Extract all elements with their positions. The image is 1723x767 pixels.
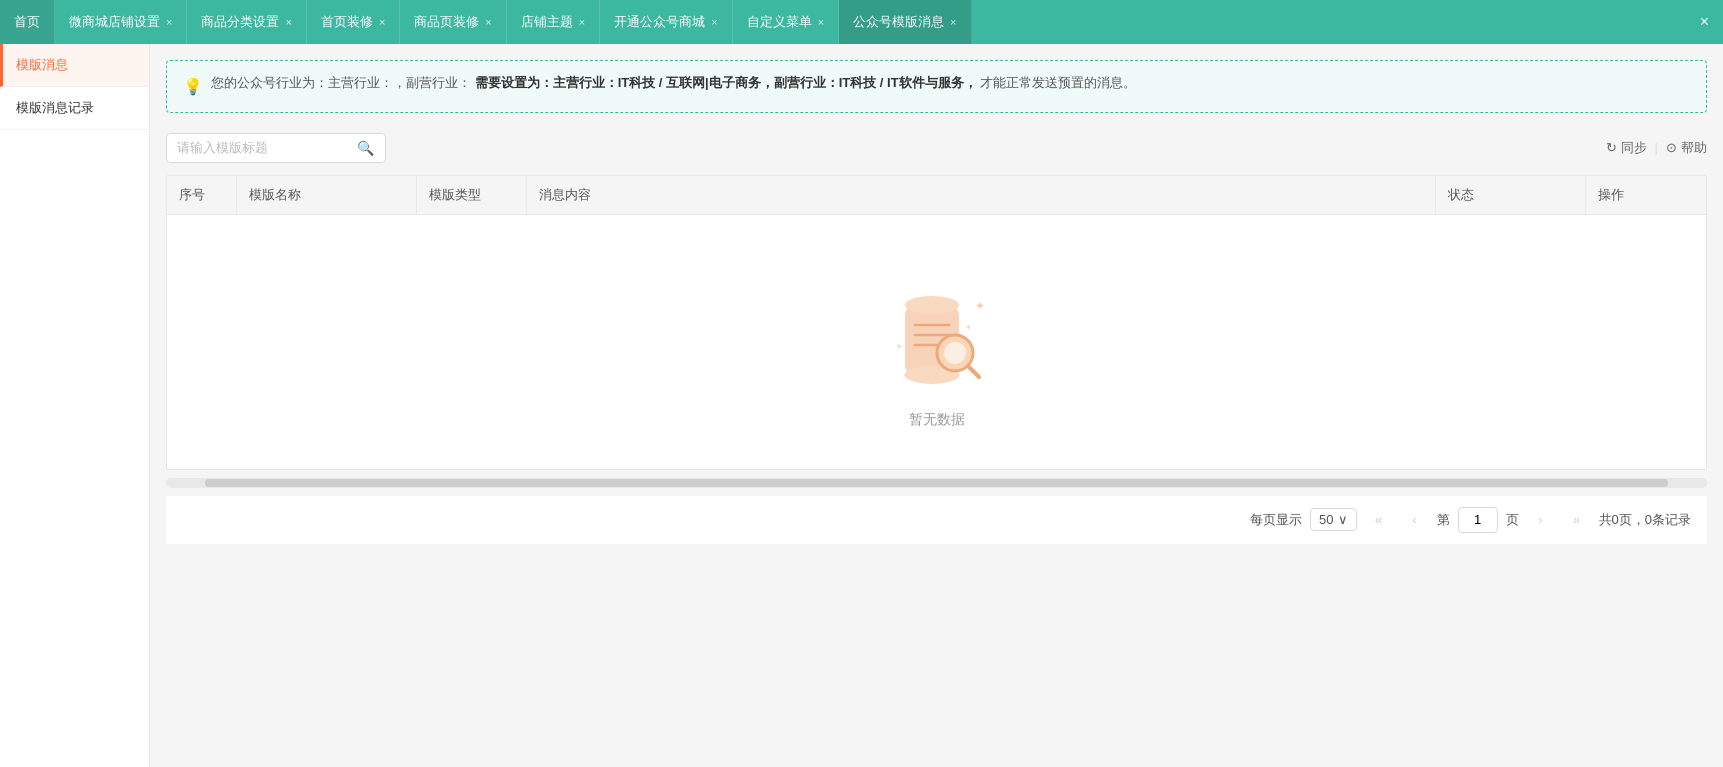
svg-text:✦: ✦ — [965, 323, 972, 332]
tab-wechat-shop[interactable]: 微商城店铺设置 × — [55, 0, 187, 44]
svg-line-9 — [968, 366, 979, 377]
svg-point-8 — [944, 342, 966, 364]
sidebar-item-template-message[interactable]: 模版消息 — [0, 44, 149, 87]
search-input[interactable] — [177, 140, 357, 155]
notice-icon: 💡 — [183, 74, 203, 100]
search-actions: ↻ 同步 | ⊙ 帮助 — [1606, 139, 1707, 157]
search-input-wrap[interactable]: 🔍 — [166, 133, 386, 163]
tab-template-msg[interactable]: 公众号模版消息 × — [839, 0, 971, 44]
table: 序号 模版名称 模版类型 消息内容 状态 操作 — [166, 175, 1707, 470]
table-header: 序号 模版名称 模版类型 消息内容 状态 操作 — [167, 176, 1706, 215]
notice-banner: 💡 您的公众号行业为：主营行业：，副营行业： 需要设置为：主营行业：IT科技 /… — [166, 60, 1707, 113]
notice-text: 您的公众号行业为：主营行业：，副营行业： 需要设置为：主营行业：IT科技 / 互… — [211, 73, 1136, 94]
th-status: 状态 — [1436, 176, 1586, 214]
page-suffix: 页 — [1506, 511, 1519, 529]
tab-custom-menu[interactable]: 自定义菜单 × — [733, 0, 839, 44]
page-number-input[interactable] — [1458, 507, 1498, 533]
close-tab-template-msg[interactable]: × — [950, 16, 956, 28]
per-page-select[interactable]: 50 ∨ — [1310, 508, 1356, 531]
sidebar-item-template-record[interactable]: 模版消息记录 — [0, 87, 149, 130]
horizontal-scrollbar[interactable] — [166, 478, 1707, 488]
tab-open-mall[interactable]: 开通公众号商城 × — [600, 0, 732, 44]
tab-home[interactable]: 首页 — [0, 0, 55, 44]
help-icon: ⊙ — [1666, 140, 1677, 155]
page-prefix: 第 — [1437, 511, 1450, 529]
close-tab-product-category[interactable]: × — [285, 16, 291, 28]
divider: | — [1655, 140, 1658, 155]
chevron-down-icon: ∨ — [1338, 512, 1348, 527]
tab-store-theme[interactable]: 店铺主题 × — [507, 0, 600, 44]
empty-text: 暂无数据 — [909, 411, 965, 429]
th-action: 操作 — [1586, 176, 1706, 214]
svg-point-2 — [905, 296, 959, 314]
sidebar: 模版消息 模版消息记录 — [0, 44, 150, 767]
empty-illustration: ✦ ✦ ✦ — [877, 275, 997, 395]
pagination: 每页显示 50 ∨ « ‹ 第 页 › » 共0页，0条记录 — [166, 496, 1707, 544]
close-tab-open-mall[interactable]: × — [711, 16, 717, 28]
sync-icon: ↻ — [1606, 140, 1617, 155]
close-tab-store-theme[interactable]: × — [579, 16, 585, 28]
help-button[interactable]: ⊙ 帮助 — [1666, 139, 1707, 157]
tab-product-category[interactable]: 商品分类设置 × — [187, 0, 306, 44]
tab-home-decor[interactable]: 首页装修 × — [307, 0, 400, 44]
th-type: 模版类型 — [417, 176, 527, 214]
content-area: 💡 您的公众号行业为：主营行业：，副营行业： 需要设置为：主营行业：IT科技 /… — [150, 44, 1723, 767]
th-index: 序号 — [167, 176, 237, 214]
per-page-label: 每页显示 — [1250, 511, 1302, 529]
search-button[interactable]: 🔍 — [357, 140, 374, 156]
close-tab-home-decor[interactable]: × — [379, 16, 385, 28]
th-name: 模版名称 — [237, 176, 417, 214]
next-page-button[interactable]: › — [1527, 506, 1555, 534]
prev-page-button[interactable]: ‹ — [1401, 506, 1429, 534]
close-tab-custom-menu[interactable]: × — [818, 16, 824, 28]
close-tab-product-decor[interactable]: × — [485, 16, 491, 28]
empty-state: ✦ ✦ ✦ 暂无数据 — [167, 215, 1706, 469]
close-all-tabs-button[interactable]: × — [1686, 13, 1723, 31]
top-nav: 首页 微商城店铺设置 × 商品分类设置 × 首页装修 × 商品页装修 × 店铺主… — [0, 0, 1723, 44]
th-content: 消息内容 — [527, 176, 1436, 214]
per-page-value: 50 — [1319, 512, 1333, 527]
sync-button[interactable]: ↻ 同步 — [1606, 139, 1647, 157]
main-layout: 模版消息 模版消息记录 💡 您的公众号行业为：主营行业：，副营行业： 需要设置为… — [0, 44, 1723, 767]
page-total: 共0页，0条记录 — [1599, 511, 1691, 529]
scrollbar-thumb[interactable] — [205, 479, 1669, 487]
tab-product-decor[interactable]: 商品页装修 × — [400, 0, 506, 44]
svg-text:✦: ✦ — [895, 341, 903, 352]
last-page-button[interactable]: » — [1563, 506, 1591, 534]
close-tab-wechat-shop[interactable]: × — [166, 16, 172, 28]
svg-text:✦: ✦ — [975, 299, 985, 313]
first-page-button[interactable]: « — [1365, 506, 1393, 534]
search-bar: 🔍 ↻ 同步 | ⊙ 帮助 — [166, 133, 1707, 163]
